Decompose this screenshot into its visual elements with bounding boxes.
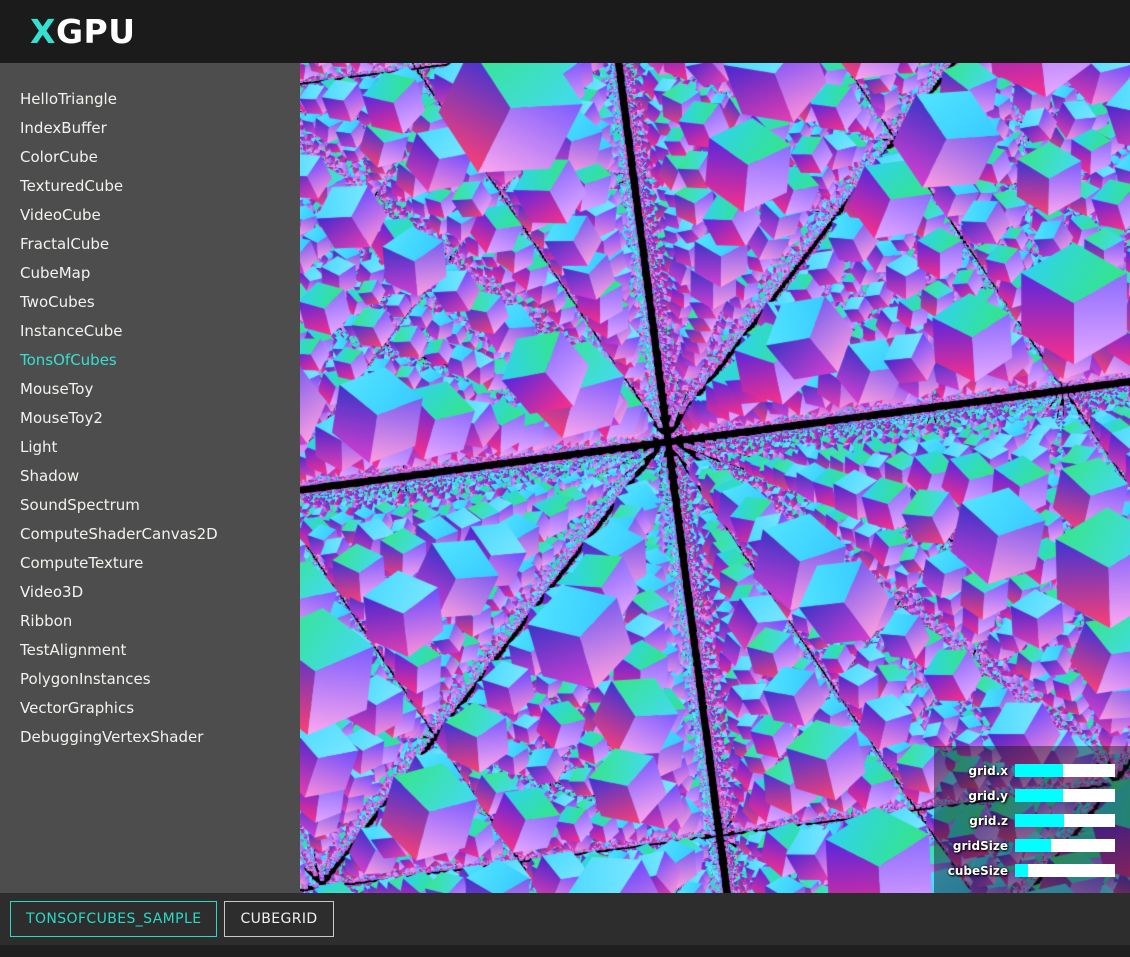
slider-row-gridSize: gridSize bbox=[934, 838, 1130, 853]
sidebar-item-colorcube[interactable]: ColorCube bbox=[20, 143, 300, 172]
slider-label-grid.z: grid.z bbox=[969, 813, 1008, 828]
sidebar-item-ribbon[interactable]: Ribbon bbox=[20, 607, 300, 636]
slider-row-grid.y: grid.y bbox=[934, 788, 1130, 803]
sidebar: HelloTriangle IndexBuffer ColorCube Texture… bbox=[0, 63, 300, 893]
slider-row-cubeSize: cubeSize bbox=[934, 863, 1130, 878]
sidebar-item-fractalcube[interactable]: FractalCube bbox=[20, 230, 300, 259]
sample-list: HelloTriangle IndexBuffer ColorCube Texture… bbox=[20, 85, 300, 752]
slider-label-gridSize: gridSize bbox=[952, 838, 1008, 853]
slider-row-grid.x: grid.x bbox=[934, 763, 1130, 778]
sidebar-item-debuggingvertexshader[interactable]: DebuggingVertexShader bbox=[20, 723, 300, 752]
sidebar-item-computeshadercanvas2d[interactable]: ComputeShaderCanvas2D bbox=[20, 520, 300, 549]
sidebar-item-vectorgraphics[interactable]: VectorGraphics bbox=[20, 694, 300, 723]
sidebar-item-instancecube[interactable]: InstanceCube bbox=[20, 317, 300, 346]
main-area: HelloTriangle IndexBuffer ColorCube Texture… bbox=[0, 63, 1130, 893]
app-root: XGPU HelloTriangle IndexBuffer ColorCube Te… bbox=[0, 0, 1130, 957]
sidebar-item-mousetoy2[interactable]: MouseToy2 bbox=[20, 404, 300, 433]
bottom-strip bbox=[0, 945, 1130, 957]
slider-track-grid.x[interactable] bbox=[1015, 764, 1115, 777]
app-logo[interactable]: XGPU bbox=[30, 12, 136, 51]
sidebar-item-video3d[interactable]: Video3D bbox=[20, 578, 300, 607]
cubegrid-button[interactable]: CUBEGRID bbox=[224, 901, 334, 937]
slider-track-grid.y[interactable] bbox=[1015, 789, 1115, 802]
slider-track-grid.z[interactable] bbox=[1015, 814, 1115, 827]
slider-track-cubeSize[interactable] bbox=[1015, 864, 1115, 877]
slider-fill-grid.z bbox=[1015, 814, 1064, 827]
header: XGPU bbox=[0, 0, 1130, 63]
logo-rest: GPU bbox=[55, 12, 136, 51]
logo-accent-letter: X bbox=[30, 12, 56, 51]
sidebar-item-shadow[interactable]: Shadow bbox=[20, 462, 300, 491]
sidebar-item-twocubes[interactable]: TwoCubes bbox=[20, 288, 300, 317]
slider-fill-gridSize bbox=[1015, 839, 1051, 852]
sidebar-item-mousetoy[interactable]: MouseToy bbox=[20, 375, 300, 404]
slider-track-gridSize[interactable] bbox=[1015, 839, 1115, 852]
sidebar-item-light[interactable]: Light bbox=[20, 433, 300, 462]
sidebar-item-tonsofcubes[interactable]: TonsOfCubes bbox=[20, 346, 300, 375]
slider-fill-grid.y bbox=[1015, 789, 1063, 802]
sidebar-item-indexbuffer[interactable]: IndexBuffer bbox=[20, 114, 300, 143]
slider-label-grid.y: grid.y bbox=[968, 788, 1008, 803]
controls-panel: grid.x grid.y grid.z gridSize cubeSize bbox=[934, 746, 1130, 893]
sidebar-item-texturedcube[interactable]: TexturedCube bbox=[20, 172, 300, 201]
sidebar-item-cubemap[interactable]: CubeMap bbox=[20, 259, 300, 288]
slider-label-grid.x: grid.x bbox=[968, 763, 1008, 778]
slider-row-grid.z: grid.z bbox=[934, 813, 1130, 828]
tonsofcubes-sample-button[interactable]: TONSOFCUBES_SAMPLE bbox=[10, 901, 218, 937]
sidebar-item-videocube[interactable]: VideoCube bbox=[20, 201, 300, 230]
sidebar-item-testalignment[interactable]: TestAlignment bbox=[20, 636, 300, 665]
sidebar-item-computetexture[interactable]: ComputeTexture bbox=[20, 549, 300, 578]
canvas-stage: grid.x grid.y grid.z gridSize cubeSize bbox=[300, 63, 1130, 893]
slider-fill-cubeSize bbox=[1015, 864, 1028, 877]
slider-fill-grid.x bbox=[1015, 764, 1063, 777]
sidebar-item-polygoninstances[interactable]: PolygonInstances bbox=[20, 665, 300, 694]
sidebar-item-hellotriangle[interactable]: HelloTriangle bbox=[20, 85, 300, 114]
footer-toolbar: TONSOFCUBES_SAMPLE CUBEGRID bbox=[0, 893, 1130, 945]
sidebar-item-soundspectrum[interactable]: SoundSpectrum bbox=[20, 491, 300, 520]
footer-buttons: TONSOFCUBES_SAMPLE CUBEGRID bbox=[10, 901, 334, 937]
slider-label-cubeSize: cubeSize bbox=[947, 863, 1008, 878]
